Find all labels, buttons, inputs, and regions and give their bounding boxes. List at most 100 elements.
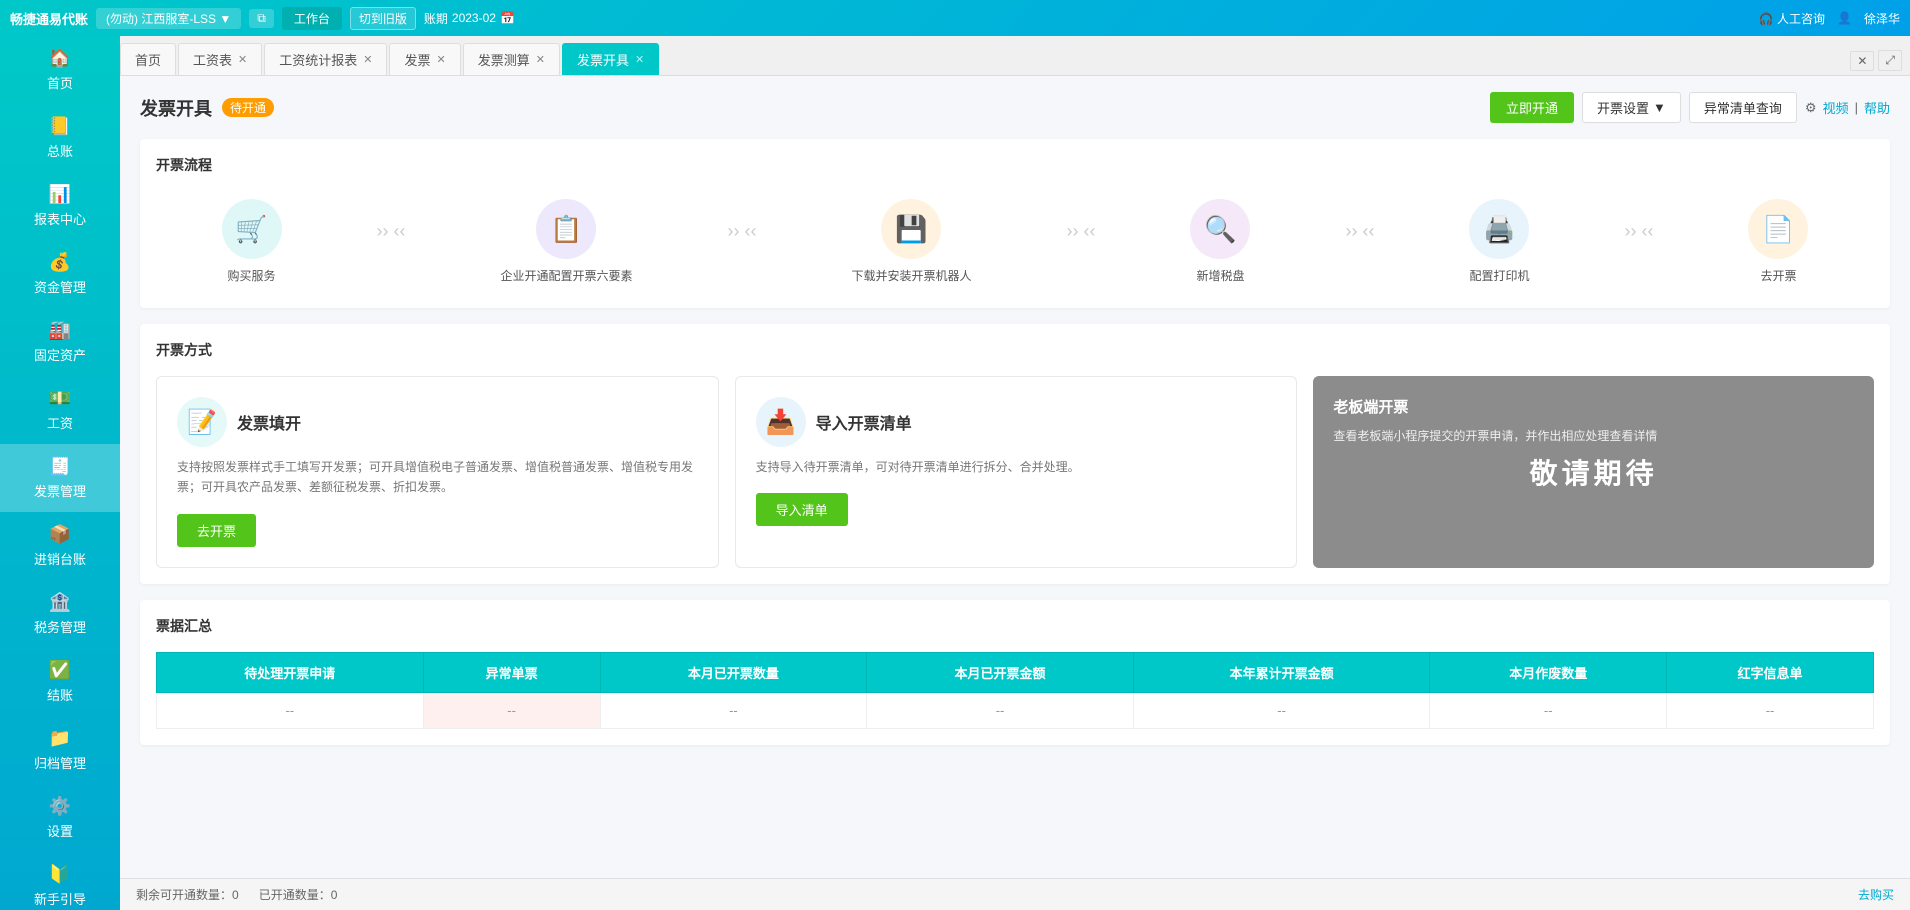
- tab-invoice-calc[interactable]: 发票测算 ✕: [463, 43, 560, 75]
- status-badge: 待开通: [222, 98, 274, 117]
- stats-th-abnormal: 异常单票: [423, 652, 600, 692]
- sidebar-item-settings[interactable]: ⚙️ 设置: [0, 784, 120, 852]
- step-label-config: 企业开通配置开票六要素: [500, 267, 632, 284]
- sidebar-item-salary[interactable]: 💵 工资: [0, 376, 120, 444]
- help-button[interactable]: 帮助: [1864, 98, 1890, 117]
- step-open-invoice[interactable]: 📄 去开票: [1748, 199, 1808, 284]
- sidebar-item-home[interactable]: 🏠 首页: [0, 36, 120, 104]
- assets-icon: 🏭: [49, 320, 71, 341]
- funds-icon: 💰: [49, 252, 71, 273]
- method-section: 开票方式 📝 发票填开 支持按照发票样式手工填写开发票；可开具增值税电子普通发票…: [140, 324, 1890, 584]
- tab-close-salary[interactable]: ✕: [238, 53, 247, 66]
- stats-td-monthly-count: --: [600, 692, 867, 728]
- sidebar-item-tax[interactable]: 🏦 税务管理: [0, 580, 120, 648]
- sidebar-item-label: 报表中心: [34, 209, 86, 228]
- sidebar-item-label: 资金管理: [34, 277, 86, 296]
- sidebar-item-label: 归档管理: [34, 753, 86, 772]
- top-bar-left: 畅捷通易代账 (勿动) 江西服室-LSS ▼ ⧉ 工作台 切到旧版 账期 202…: [10, 7, 515, 30]
- arrow-4: ›› ‹‹: [1345, 221, 1374, 242]
- tab-close-all[interactable]: ✕: [1850, 51, 1874, 71]
- tab-invoice[interactable]: 发票 ✕: [389, 43, 460, 75]
- old-version-button[interactable]: 切到旧版: [350, 7, 416, 30]
- tab-home[interactable]: 首页: [120, 43, 176, 75]
- sidebar-item-reconcile[interactable]: ✅ 结账: [0, 648, 120, 716]
- main-layout: 🏠 首页 📒 总账 📊 报表中心 💰 资金管理 🏭 固定资产 💵 工资 🧾 发票…: [0, 36, 1910, 910]
- sidebar-item-purchase[interactable]: 📦 进销台账: [0, 512, 120, 580]
- sidebar-item-assets[interactable]: 🏭 固定资产: [0, 308, 120, 376]
- tab-salary-report[interactable]: 工资统计报表 ✕: [264, 43, 387, 75]
- tab-close-salary-report[interactable]: ✕: [363, 53, 372, 66]
- boss-invoice-card: 老板端开票 查看老板端小程序提交的开票申请，并作出相应处理查看详情 敬请期待: [1313, 376, 1874, 568]
- method-section-title: 开票方式: [156, 340, 1874, 360]
- copy-button[interactable]: ⧉: [249, 9, 274, 28]
- stats-th-yearly-amount: 本年累计开票金额: [1133, 652, 1430, 692]
- sidebar-item-reports[interactable]: 📊 报表中心: [0, 172, 120, 240]
- tab-expand[interactable]: ⤢: [1878, 50, 1902, 71]
- import-invoice-button[interactable]: 导入清单: [756, 493, 848, 526]
- stats-td-yearly-amount: --: [1133, 692, 1430, 728]
- tab-invoice-open[interactable]: 发票开具 ✕: [562, 43, 659, 75]
- stats-td-pending: --: [157, 692, 424, 728]
- step-icon-config: 📋: [536, 199, 596, 259]
- fill-invoice-title: 发票填开: [237, 410, 301, 434]
- arrow-1: ›› ‹‹: [377, 221, 406, 242]
- step-printer[interactable]: 🖨️ 配置打印机: [1469, 199, 1529, 284]
- fill-invoice-desc: 支持按照发票样式手工填写开发票；可开具增值税电子普通发票、增值税普通发票、增值税…: [177, 457, 698, 498]
- step-label-download: 下载并安装开票机器人: [851, 267, 971, 284]
- step-label-open: 去开票: [1760, 267, 1796, 284]
- coming-soon-text: 敬请期待: [1530, 452, 1658, 492]
- step-buy-service[interactable]: 🛒 购买服务: [222, 199, 282, 284]
- step-label-printer: 配置打印机: [1469, 267, 1529, 284]
- stats-th-pending: 待处理开票申请: [157, 652, 424, 692]
- user-avatar[interactable]: 👤: [1837, 11, 1852, 25]
- step-download[interactable]: 💾 下载并安装开票机器人: [851, 199, 971, 284]
- sidebar-item-archive[interactable]: 📁 归档管理: [0, 716, 120, 784]
- company-selector[interactable]: (勿动) 江西服室-LSS ▼: [96, 8, 241, 29]
- settings-button[interactable]: 开票设置 ▼: [1582, 92, 1681, 123]
- used-count: 已开通数量：0: [259, 886, 338, 903]
- tab-salary[interactable]: 工资表 ✕: [178, 43, 262, 75]
- page-title: 发票开具: [140, 95, 212, 121]
- arrow-5: ›› ‹‹: [1624, 221, 1653, 242]
- sidebar-item-label: 固定资产: [34, 345, 86, 364]
- salary-icon: 💵: [49, 388, 71, 409]
- tab-close-invoice-open[interactable]: ✕: [635, 53, 644, 66]
- process-section: 开票流程 🛒 购买服务 ›› ‹‹ 📋 企业开通配置开票六要素: [140, 139, 1890, 308]
- video-button[interactable]: 视频: [1823, 98, 1849, 117]
- sidebar-item-guide[interactable]: 🔰 新手引导: [0, 852, 120, 910]
- stats-th-void-count: 本月作废数量: [1430, 652, 1667, 692]
- tab-close-invoice[interactable]: ✕: [437, 53, 446, 66]
- period-label: 账期 2023-02 📅: [424, 10, 515, 27]
- settings-icon: ⚙️: [49, 796, 71, 817]
- stats-header-row: 待处理开票申请 异常单票 本月已开票数量 本月已开票金额 本年累计开票金额 本月…: [157, 652, 1874, 692]
- process-steps: 🛒 购买服务 ›› ‹‹ 📋 企业开通配置开票六要素 ›› ‹‹: [156, 191, 1874, 292]
- customer-service[interactable]: 🎧 人工咨询: [1759, 10, 1825, 27]
- immediate-open-button[interactable]: 立即开通: [1490, 92, 1574, 123]
- step-icon-buy: 🛒: [222, 199, 282, 259]
- sidebar-item-funds[interactable]: 💰 资金管理: [0, 240, 120, 308]
- username[interactable]: 徐泽华: [1864, 10, 1900, 27]
- stats-td-abnormal: --: [423, 692, 600, 728]
- sidebar-item-label: 发票管理: [34, 481, 86, 500]
- top-bar: 畅捷通易代账 (勿动) 江西服室-LSS ▼ ⧉ 工作台 切到旧版 账期 202…: [0, 0, 1910, 36]
- import-invoice-title: 导入开票清单: [816, 410, 912, 434]
- tab-close-invoice-calc[interactable]: ✕: [536, 53, 545, 66]
- sidebar-item-label: 税务管理: [34, 617, 86, 636]
- sidebar-item-label: 进销台账: [34, 549, 86, 568]
- sidebar-item-label: 新手引导: [34, 889, 86, 908]
- step-config[interactable]: 📋 企业开通配置开票六要素: [500, 199, 632, 284]
- step-icon-download: 💾: [881, 199, 941, 259]
- step-icon-tax: 🔍: [1190, 199, 1250, 259]
- workstation-button[interactable]: 工作台: [282, 7, 342, 30]
- header-actions: 立即开通 开票设置 ▼ 异常清单查询 ⚙ 视频 | 帮助: [1490, 92, 1890, 123]
- stats-th-monthly-amount: 本月已开票金额: [867, 652, 1134, 692]
- abnormal-list-button[interactable]: 异常清单查询: [1689, 92, 1797, 123]
- reports-icon: 📊: [49, 184, 71, 205]
- step-tax-disk[interactable]: 🔍 新增税盘: [1190, 199, 1250, 284]
- sidebar-item-invoice[interactable]: 🧾 发票管理: [0, 444, 120, 512]
- sidebar-item-ledger[interactable]: 📒 总账: [0, 104, 120, 172]
- sidebar-item-label: 结账: [47, 685, 73, 704]
- fill-invoice-button[interactable]: 去开票: [177, 514, 256, 547]
- buy-link[interactable]: 去购买: [1858, 886, 1894, 903]
- archive-icon: 📁: [49, 728, 71, 749]
